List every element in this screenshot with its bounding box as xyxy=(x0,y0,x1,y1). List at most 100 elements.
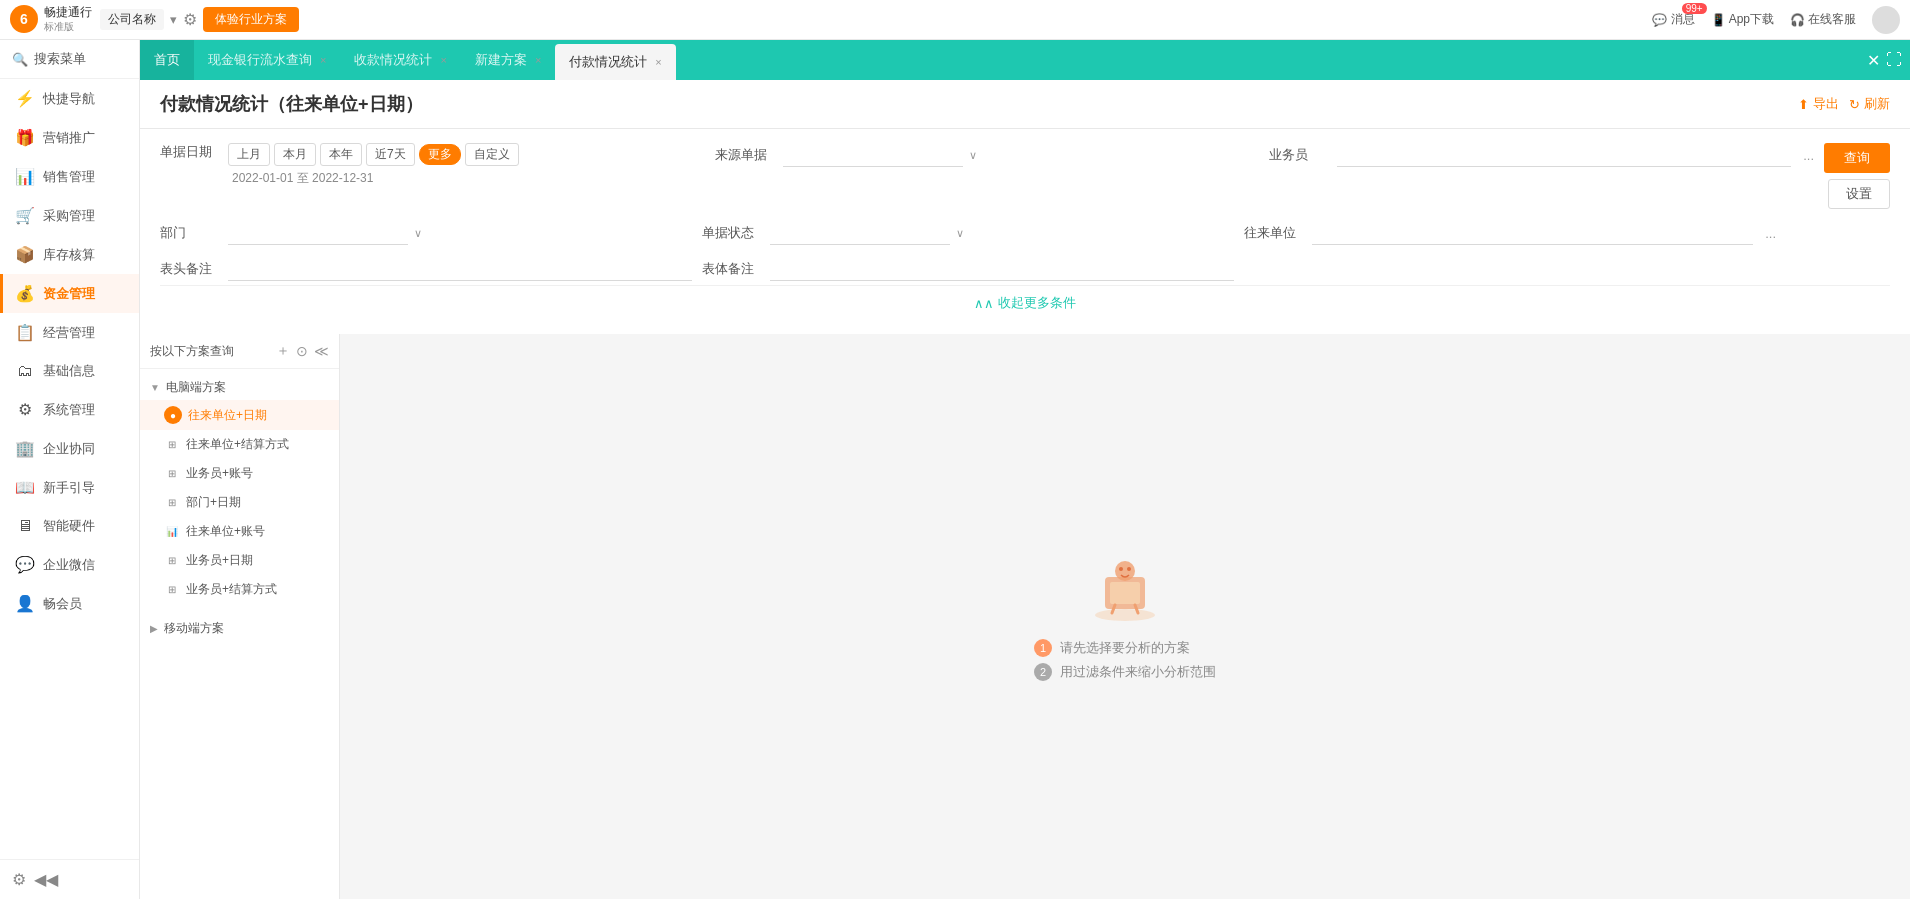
message-icon: 💬 xyxy=(1652,13,1667,27)
date-btn-7days[interactable]: 近7天 xyxy=(366,143,415,166)
expand-arrow: ▼ xyxy=(150,382,160,393)
header-right: 💬 消息 99+ 📱 App下载 🎧 在线客服 xyxy=(1652,6,1900,34)
close-all-icon[interactable]: ✕ xyxy=(1867,51,1880,70)
sidebar-item-member[interactable]: 👤 畅会员 xyxy=(0,584,139,623)
source-select[interactable] xyxy=(783,143,963,167)
panel-actions: ＋ ⊙ ≪ xyxy=(276,342,329,360)
desktop-group-header[interactable]: ▼ 电脑端方案 xyxy=(140,375,339,400)
scheme-item-counterpart-account[interactable]: 📊 往来单位+账号 xyxy=(140,517,339,546)
tab-new-scheme-label: 新建方案 xyxy=(475,51,527,69)
sidebar-item-finance[interactable]: 💰 资金管理 xyxy=(0,274,139,313)
dept-label: 部门 xyxy=(160,224,220,242)
sidebar-item-hardware[interactable]: 🖥 智能硬件 xyxy=(0,507,139,545)
date-btn-more[interactable]: 更多 xyxy=(419,144,461,165)
settings-small-button[interactable]: 设置 xyxy=(1828,179,1890,209)
status-select[interactable] xyxy=(770,221,950,245)
refresh-button[interactable]: ↻ 刷新 xyxy=(1849,95,1890,113)
scheme-item-salesman-settle[interactable]: ⊞ 业务员+结算方式 xyxy=(140,575,339,604)
search-icon: 🔍 xyxy=(12,52,28,67)
collapse-sidebar-icon[interactable]: ◀◀ xyxy=(34,870,58,889)
collapse-panel-icon[interactable]: ≪ xyxy=(314,343,329,359)
hint-item-1: 1 请先选择要分析的方案 xyxy=(1034,639,1216,657)
online-service-label: 在线客服 xyxy=(1808,11,1856,28)
sidebar-item-label: 系统管理 xyxy=(43,401,95,419)
maximize-icon[interactable]: ⛶ xyxy=(1886,51,1902,69)
scheme-item-counterpart-date[interactable]: ● 往来单位+日期 xyxy=(140,400,339,430)
tab-cash-flow[interactable]: 现金银行流水查询 × xyxy=(194,40,340,80)
quick-nav-icon: ⚡ xyxy=(15,89,35,108)
date-btn-last-month[interactable]: 上月 xyxy=(228,143,270,166)
sidebar-item-purchase[interactable]: 🛒 采购管理 xyxy=(0,196,139,235)
sidebar-item-label: 企业协同 xyxy=(43,440,95,458)
tab-new-scheme-close[interactable]: × xyxy=(535,54,541,66)
status-label: 单据状态 xyxy=(702,224,762,242)
tab-payment-stat[interactable]: 付款情况统计 × xyxy=(555,44,675,80)
sidebar-search[interactable]: 🔍 搜索菜单 xyxy=(0,40,139,79)
online-service[interactable]: 🎧 在线客服 xyxy=(1790,11,1856,28)
sidebar-item-system[interactable]: ⚙ 系统管理 xyxy=(0,390,139,429)
salesman-input[interactable] xyxy=(1337,143,1791,167)
mobile-group-label: 移动端方案 xyxy=(164,620,224,637)
scheme-item-dept-date[interactable]: ⊞ 部门+日期 xyxy=(140,488,339,517)
desktop-schemes-group: ▼ 电脑端方案 ● 往来单位+日期 ⊞ 往来单位+结算方式 ⊞ xyxy=(140,369,339,610)
purchase-icon: 🛒 xyxy=(15,206,35,225)
date-range-display[interactable]: 2022-01-01 至 2022-12-31 xyxy=(232,170,519,187)
header-note-input[interactable] xyxy=(228,257,692,281)
scheme-item-salesman-date[interactable]: ⊞ 业务员+日期 xyxy=(140,546,339,575)
counterpart-ellipsis[interactable]: ... xyxy=(1765,226,1776,241)
scheme-active-icon: ● xyxy=(164,406,182,424)
message-area[interactable]: 💬 消息 99+ xyxy=(1652,11,1695,28)
main-body: 按以下方案查询 ＋ ⊙ ≪ ▼ 电脑端方案 ● xyxy=(140,334,1910,899)
tab-cash-flow-close[interactable]: × xyxy=(320,54,326,66)
body-note-label: 表体备注 xyxy=(702,260,762,278)
sidebar-item-basic-info[interactable]: 🗂 基础信息 xyxy=(0,352,139,390)
export-button[interactable]: ⬆ 导出 xyxy=(1798,95,1839,113)
avatar[interactable] xyxy=(1872,6,1900,34)
scheme-item-salesman-account[interactable]: ⊞ 业务员+账号 xyxy=(140,459,339,488)
tab-new-scheme[interactable]: 新建方案 × xyxy=(461,40,555,80)
hint-num-1: 1 xyxy=(1034,639,1052,657)
scheme-label: 业务员+结算方式 xyxy=(186,581,277,598)
sidebar-item-operations[interactable]: 📋 经营管理 xyxy=(0,313,139,352)
sidebar-item-marketing[interactable]: 🎁 营销推广 xyxy=(0,118,139,157)
body-note-input[interactable] xyxy=(770,257,1234,281)
tab-payment-stat-close[interactable]: × xyxy=(655,56,661,68)
gear-bottom-icon[interactable]: ⚙ xyxy=(12,870,26,889)
counterpart-input[interactable] xyxy=(1312,221,1753,245)
tab-receipt-stat[interactable]: 收款情况统计 × xyxy=(340,40,460,80)
sidebar-item-inventory[interactable]: 📦 库存核算 xyxy=(0,235,139,274)
scheme-settings-icon[interactable]: ⊙ xyxy=(296,343,308,359)
logo-icon: 6 xyxy=(10,5,38,33)
date-btn-this-month[interactable]: 本月 xyxy=(274,143,316,166)
sidebar-item-sales[interactable]: 📊 销售管理 xyxy=(0,157,139,196)
sidebar-item-label: 销售管理 xyxy=(43,168,95,186)
tab-receipt-stat-close[interactable]: × xyxy=(440,54,446,66)
tab-home[interactable]: 首页 xyxy=(140,40,194,80)
svg-point-4 xyxy=(1119,567,1123,571)
sidebar-item-guide[interactable]: 📖 新手引导 xyxy=(0,468,139,507)
query-button[interactable]: 查询 xyxy=(1824,143,1890,173)
sidebar-item-label: 企业微信 xyxy=(43,556,95,574)
mobile-group-header[interactable]: ▶ 移动端方案 xyxy=(140,616,339,641)
collapse-button[interactable]: ∧∧ 收起更多条件 xyxy=(160,285,1890,320)
settings-icon[interactable]: ⚙ xyxy=(183,10,197,29)
app-download[interactable]: 📱 App下载 xyxy=(1711,11,1774,28)
salesman-ellipsis[interactable]: ... xyxy=(1803,148,1814,163)
sidebar-item-weixin[interactable]: 💬 企业微信 xyxy=(0,545,139,584)
sidebar-item-label: 快捷导航 xyxy=(43,90,95,108)
dropdown-icon[interactable]: ▾ xyxy=(170,12,177,27)
trial-button[interactable]: 体验行业方案 xyxy=(203,7,299,32)
dept-select-wrapper xyxy=(228,221,428,245)
tab-bar-end: ✕ ⛶ xyxy=(1867,51,1910,70)
headset-icon: 🎧 xyxy=(1790,13,1805,27)
add-scheme-icon[interactable]: ＋ xyxy=(276,342,290,360)
sidebar-item-quick-nav[interactable]: ⚡ 快捷导航 xyxy=(0,79,139,118)
date-btn-custom[interactable]: 自定义 xyxy=(465,143,519,166)
sidebar-item-cooperation[interactable]: 🏢 企业协同 xyxy=(0,429,139,468)
scheme-item-counterpart-settle[interactable]: ⊞ 往来单位+结算方式 xyxy=(140,430,339,459)
dept-select[interactable] xyxy=(228,221,408,245)
date-btn-this-year[interactable]: 本年 xyxy=(320,143,362,166)
sidebar-item-label: 智能硬件 xyxy=(43,517,95,535)
company-name[interactable]: 公司名称 xyxy=(100,9,164,30)
app-download-label: App下载 xyxy=(1729,11,1774,28)
